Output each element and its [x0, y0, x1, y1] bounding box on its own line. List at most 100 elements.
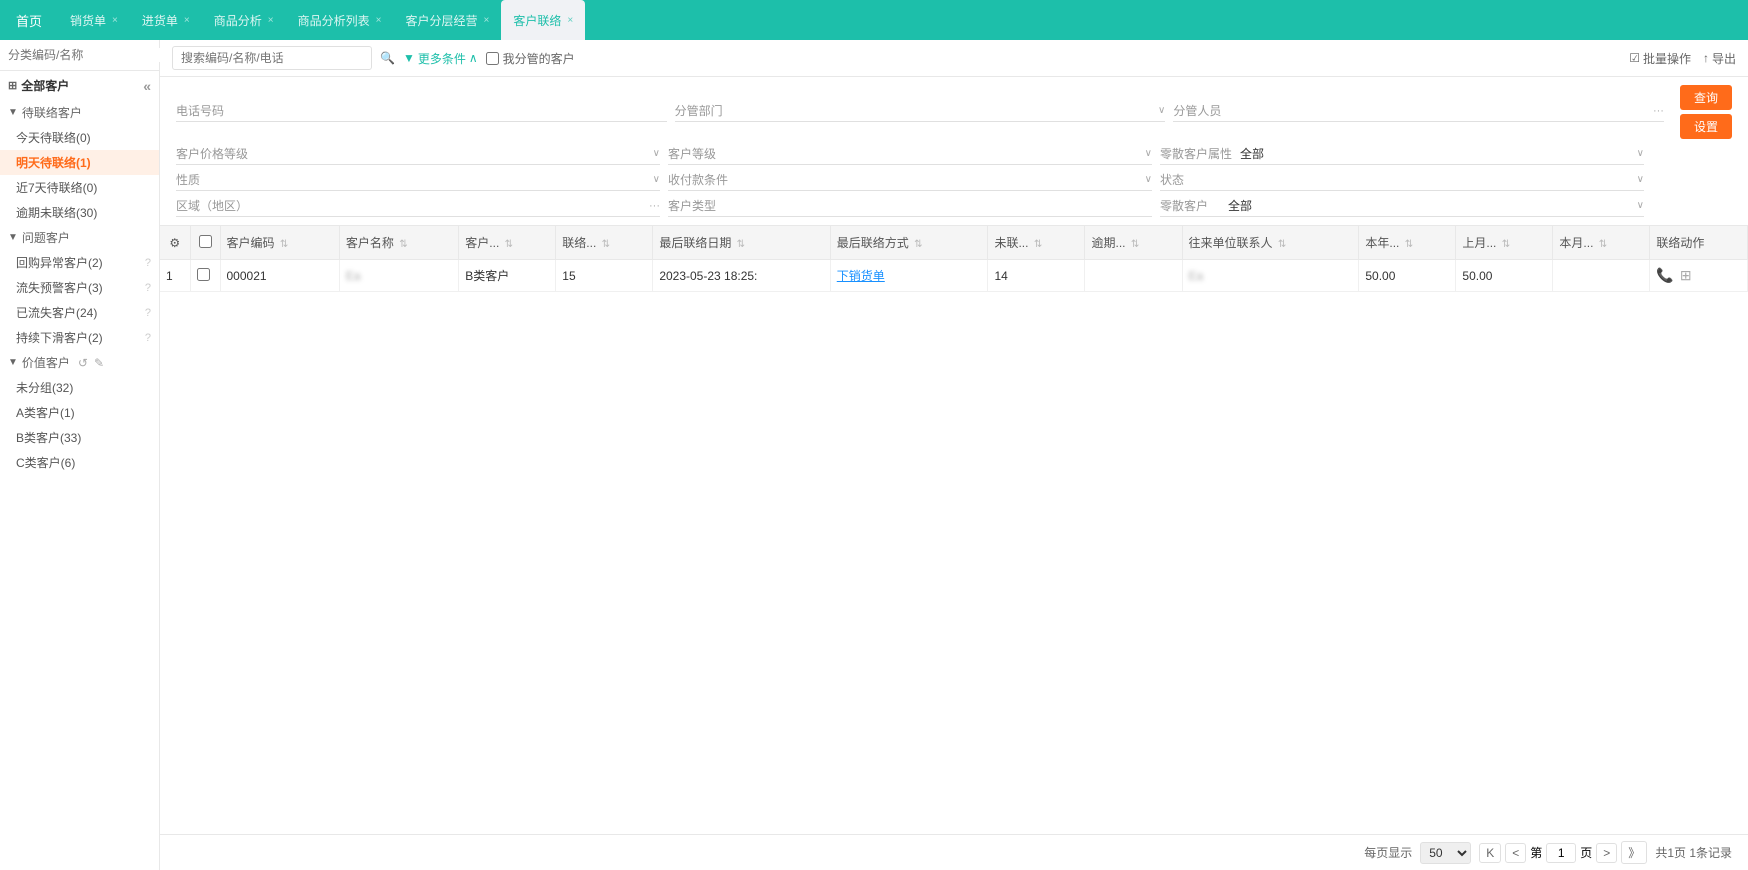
sidebar: 🔍 ⊞ 全部客户 « ▼ 待联络客户 今天待联络(0) 明天待联络(1) 近7天… [0, 40, 160, 870]
nav-tab-1[interactable]: 进货单 × [130, 0, 202, 40]
chevron-icon: ∧ [469, 51, 478, 65]
td-last-date: 2023-05-23 18:25: [653, 260, 830, 292]
grid-action-icon[interactable]: ⊞ [1680, 267, 1692, 284]
sidebar-item-overdue[interactable]: 逾期未联络(30) [0, 200, 159, 225]
td-this-year: 50.00 [1359, 260, 1456, 292]
content-area: 🔍 ▼ 更多条件 ∧ 我分管的客户 ☑ 批量操作 ↑ 导出 [160, 40, 1748, 870]
close-icon[interactable]: × [376, 15, 382, 26]
group-title-0[interactable]: ▼ 待联络客户 [0, 100, 159, 125]
sort-icon[interactable]: ⇅ [1502, 239, 1510, 250]
filter-row-1: 电话号码 分管部门 ∨ 分管人员 ··· 查询 设置 [176, 85, 1732, 139]
more-filter-button[interactable]: ▼ 更多条件 ∧ [403, 50, 478, 67]
th-overdue: 逾期... ⇅ [1085, 226, 1182, 260]
sidebar-item-a-class[interactable]: A类客户(1) [0, 400, 159, 425]
close-icon[interactable]: × [567, 15, 573, 26]
nav-last-button[interactable]: 》 [1621, 841, 1647, 864]
sort-icon[interactable]: ⇅ [737, 239, 745, 250]
td-name: Ea [339, 260, 458, 292]
sidebar-item-repurchase[interactable]: 回购异常客户(2) ? [0, 250, 159, 275]
chevron-down-icon: ∨ [653, 174, 660, 185]
group-title-1[interactable]: ▼ 问题客户 [0, 225, 159, 250]
filter-search-input[interactable] [172, 46, 372, 70]
help-icon[interactable]: ? [145, 282, 151, 294]
export-button[interactable]: ↑ 导出 [1703, 50, 1736, 67]
th-contact-person: 往来单位联系人 ⇅ [1182, 226, 1359, 260]
filter-retail-attr: 零散客户属性 全部 ∨ [1160, 145, 1644, 165]
nav-first-button[interactable]: K [1479, 843, 1501, 863]
gear-icon[interactable]: ⚙ [169, 236, 180, 250]
sidebar-item-churned[interactable]: 已流失客户(24) ? [0, 300, 159, 325]
help-icon[interactable]: ? [145, 257, 151, 269]
sort-icon[interactable]: ⇅ [399, 239, 407, 250]
phone-icon[interactable]: 📞 [1656, 267, 1673, 284]
nav-tab-4[interactable]: 客户分层经营 × [393, 0, 501, 40]
refresh-icon[interactable]: ↺ [78, 356, 88, 370]
settings-button[interactable]: 设置 [1680, 114, 1732, 139]
filter-search-icon[interactable]: 🔍 [380, 51, 395, 65]
sidebar-item-7days[interactable]: 近7天待联络(0) [0, 175, 159, 200]
chevron-down-icon: ∨ [1637, 148, 1644, 159]
more-icon[interactable]: ··· [1653, 105, 1664, 117]
sort-icon[interactable]: ⇅ [1599, 239, 1607, 250]
table-footer: 每页显示 50 100 200 K < 第 页 > 》 共1页 1条记录 [160, 834, 1748, 870]
sidebar-item-b-class[interactable]: B类客户(33) [0, 425, 159, 450]
per-page-select[interactable]: 50 100 200 [1420, 842, 1471, 864]
more-icon[interactable]: ··· [649, 200, 660, 212]
nav-home[interactable]: 首页 [0, 0, 58, 40]
edit-icon[interactable]: ✎ [94, 356, 104, 370]
query-button[interactable]: 查询 [1680, 85, 1732, 110]
sort-icon[interactable]: ⇅ [280, 239, 288, 250]
sort-icon[interactable]: ⇅ [1034, 239, 1042, 250]
sidebar-item-today[interactable]: 今天待联络(0) [0, 125, 159, 150]
th-this-year: 本年... ⇅ [1359, 226, 1456, 260]
filter-row-3: 性质 ∨ 收付款条件 ∨ 状态 ∨ [176, 171, 1732, 191]
batch-op-button[interactable]: ☑ 批量操作 [1629, 50, 1691, 67]
td-checkbox [190, 260, 220, 292]
nav-prev-button[interactable]: < [1505, 843, 1526, 863]
batch-icon: ☑ [1629, 51, 1640, 65]
th-action: 联络动作 [1650, 226, 1748, 260]
close-icon[interactable]: × [112, 15, 118, 26]
contact-person-blurred: Ea [1189, 269, 1204, 283]
filter-status: 状态 ∨ [1160, 171, 1644, 191]
sort-icon[interactable]: ⇅ [1131, 239, 1139, 250]
row-checkbox[interactable] [197, 268, 210, 281]
help-icon[interactable]: ? [145, 332, 151, 344]
sidebar-item-ungrouped[interactable]: 未分组(32) [0, 375, 159, 400]
filter-row-4: 区域（地区） ··· 客户类型 零散客户 全部 ∨ [176, 197, 1732, 217]
filter-dept: 分管部门 ∨ [675, 102, 1166, 122]
collapse-icon[interactable]: « [143, 78, 151, 94]
nav-tab-2[interactable]: 商品分析 × [202, 0, 286, 40]
sort-icon[interactable]: ⇅ [1405, 239, 1413, 250]
main-layout: 🔍 ⊞ 全部客户 « ▼ 待联络客户 今天待联络(0) 明天待联络(1) 近7天… [0, 40, 1748, 870]
close-icon[interactable]: × [268, 15, 274, 26]
filter-retail-customer: 零散客户 全部 ∨ [1160, 197, 1644, 217]
sort-icon[interactable]: ⇅ [1278, 239, 1286, 250]
last-method-link[interactable]: 下销货单 [837, 269, 885, 283]
th-code: 客户编码 ⇅ [220, 226, 339, 260]
top-nav: 首页 销货单 × 进货单 × 商品分析 × 商品分析列表 × 客户分层经营 × … [0, 0, 1748, 40]
td-overdue [1085, 260, 1182, 292]
sidebar-item-c-class[interactable]: C类客户(6) [0, 450, 159, 475]
close-icon[interactable]: × [483, 15, 489, 26]
close-icon[interactable]: × [184, 15, 190, 26]
sidebar-item-declining[interactable]: 持续下滑客户(2) ? [0, 325, 159, 350]
sidebar-all-customers[interactable]: ⊞ 全部客户 « [0, 71, 159, 100]
nav-next-button[interactable]: > [1596, 843, 1617, 863]
my-customers-checkbox[interactable]: 我分管的客户 [486, 50, 575, 67]
select-all-checkbox[interactable] [199, 235, 212, 248]
sort-icon[interactable]: ⇅ [914, 239, 922, 250]
page-input[interactable] [1546, 843, 1576, 863]
td-contact-count: 15 [556, 260, 653, 292]
sidebar-search-input[interactable] [8, 48, 163, 62]
nav-tab-5[interactable]: 客户联络 × [501, 0, 585, 40]
nav-tab-0[interactable]: 销货单 × [58, 0, 130, 40]
help-icon[interactable]: ? [145, 307, 151, 319]
sort-icon[interactable]: ⇅ [505, 239, 513, 250]
my-customers-check-input[interactable] [486, 52, 499, 65]
sidebar-item-churn-warning[interactable]: 流失预警客户(3) ? [0, 275, 159, 300]
sort-icon[interactable]: ⇅ [602, 239, 610, 250]
sidebar-item-tomorrow[interactable]: 明天待联络(1) [0, 150, 159, 175]
nav-tab-3[interactable]: 商品分析列表 × [286, 0, 394, 40]
td-code: 000021 [220, 260, 339, 292]
